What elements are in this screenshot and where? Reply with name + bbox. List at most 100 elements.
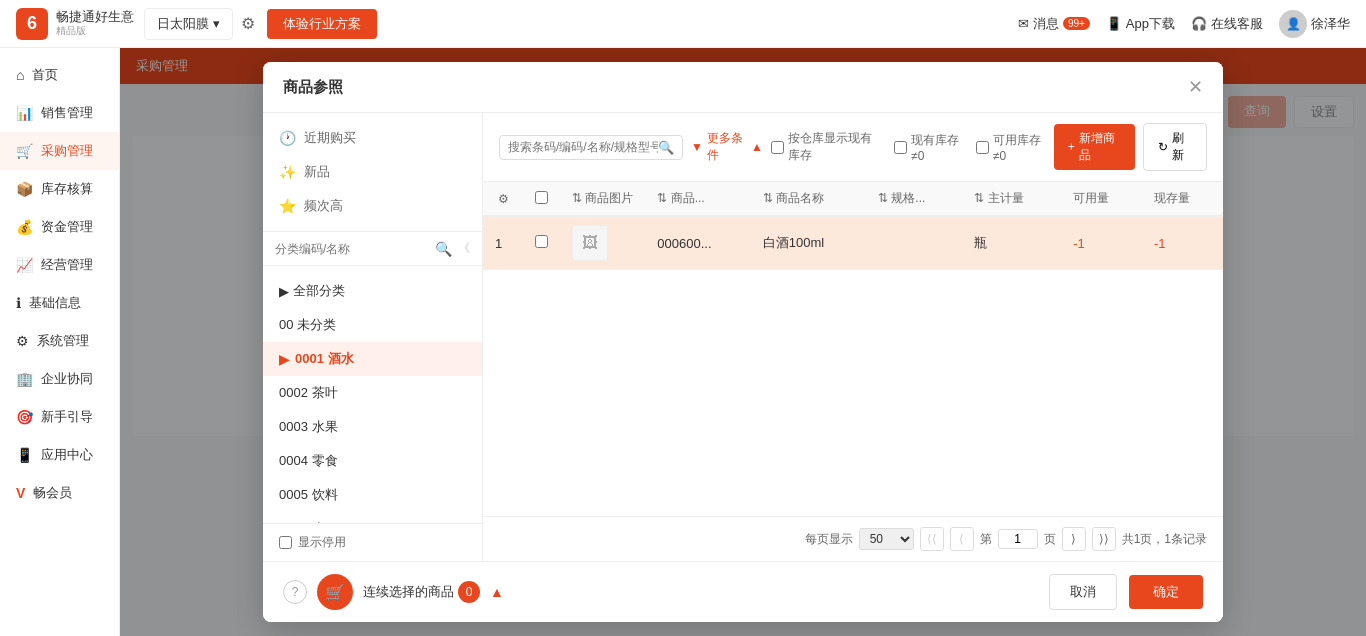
guide-icon: 🎯 xyxy=(16,409,33,425)
experience-button[interactable]: 体验行业方案 xyxy=(267,9,377,39)
refresh-label: 刷新 xyxy=(1172,130,1192,164)
display-stopped-checkbox[interactable] xyxy=(279,536,292,549)
category-item-0004[interactable]: 0004 零食 xyxy=(263,444,482,478)
per-page-select[interactable]: 50 100 200 xyxy=(859,528,914,550)
cart-label: 连续选择的商品 xyxy=(363,583,454,601)
cart-button[interactable]: 🛒 xyxy=(317,574,353,610)
add-product-button[interactable]: + 新增商品 xyxy=(1054,124,1135,170)
category-item-all[interactable]: ▶ 全部分类 xyxy=(263,274,482,308)
select-all-checkbox[interactable] xyxy=(535,191,548,204)
settings-icon[interactable]: ⚙ xyxy=(241,14,255,33)
tab-frequent[interactable]: ⭐ 频次高 xyxy=(263,189,482,223)
checkbox-usable-stock[interactable]: 可用库存≠0 xyxy=(976,132,1046,163)
col-code-sort-icon: ⇅ xyxy=(657,191,667,205)
online-service-label: 在线客服 xyxy=(1211,15,1263,33)
category-item-0005[interactable]: 0005 饮料 xyxy=(263,478,482,512)
new-icon: ✨ xyxy=(279,164,296,180)
row-checkbox[interactable] xyxy=(535,235,548,248)
product-search-input[interactable] xyxy=(508,140,658,154)
display-stopped-label: 显示停用 xyxy=(298,534,346,551)
cell-row-checkbox[interactable] xyxy=(523,216,560,270)
total-records-text: 共1页，1条记录 xyxy=(1122,531,1207,548)
phone-icon: 📱 xyxy=(1106,16,1122,31)
first-page-button[interactable]: ⟨⟨ xyxy=(920,527,944,551)
chevron-up-icon: ▲ xyxy=(751,140,763,154)
sidebar-item-vip[interactable]: V 畅会员 xyxy=(0,474,119,512)
username: 徐泽华 xyxy=(1311,15,1350,33)
category-item-0008[interactable]: 0008 水 xyxy=(263,512,482,523)
help-icon[interactable]: ? xyxy=(283,580,307,604)
category-search-input[interactable] xyxy=(275,242,429,256)
app-download-nav-item[interactable]: 📱 App下载 xyxy=(1106,15,1175,33)
tab-recent[interactable]: 🕐 近期购买 xyxy=(263,121,482,155)
category-label-0003: 0003 水果 xyxy=(279,418,338,436)
warehouse-checkbox-input[interactable] xyxy=(771,141,784,154)
category-item-0003[interactable]: 0003 水果 xyxy=(263,410,482,444)
online-service-nav-item[interactable]: 🎧 在线客服 xyxy=(1191,15,1263,33)
table-body: 1 🖼 xyxy=(483,216,1223,270)
more-filters-button[interactable]: ▼ 更多条件 ▲ xyxy=(691,130,763,164)
sidebar-label-system: 系统管理 xyxy=(37,332,89,350)
search-icon[interactable]: 🔍 xyxy=(435,241,452,257)
messages-nav-item[interactable]: ✉ 消息 99+ xyxy=(1018,15,1090,33)
refresh-button[interactable]: ↻ 刷新 xyxy=(1143,123,1207,171)
info-icon: ℹ xyxy=(16,295,21,311)
last-page-button[interactable]: ⟩⟩ xyxy=(1092,527,1116,551)
sidebar-item-basic[interactable]: ℹ 基础信息 xyxy=(0,284,119,322)
collapse-panel-button[interactable]: 《 xyxy=(458,241,470,255)
category-item-0002[interactable]: 0002 茶叶 xyxy=(263,376,482,410)
image-icon: 🖼 xyxy=(582,234,598,252)
page-label: 第 xyxy=(980,531,992,548)
search-submit-icon[interactable]: 🔍 xyxy=(658,140,674,155)
add-product-label: 新增商品 xyxy=(1079,130,1121,164)
checkbox-available-stock[interactable]: 现有库存≠0 xyxy=(894,132,964,163)
sidebar-item-guide[interactable]: 🎯 新手引导 xyxy=(0,398,119,436)
next-page-button[interactable]: ⟩ xyxy=(1062,527,1086,551)
logo-area: 6 畅捷通好生意 精品版 xyxy=(16,8,136,40)
sidebar-item-home[interactable]: ⌂ 首页 xyxy=(0,56,119,94)
modal-close-button[interactable]: ✕ xyxy=(1188,76,1203,98)
tab-new[interactable]: ✨ 新品 xyxy=(263,155,482,189)
available-stock-checkbox-input[interactable] xyxy=(894,141,907,154)
vip-icon: V xyxy=(16,485,25,501)
modal-body: 🕐 近期购买 ✨ 新品 ⭐ 频次高 xyxy=(263,113,1223,561)
refresh-icon: ↻ xyxy=(1158,140,1168,154)
sidebar-item-purchase[interactable]: 🛒 采购管理 xyxy=(0,132,119,170)
user-nav-item[interactable]: 👤 徐泽华 xyxy=(1279,10,1350,38)
col-name-sort-icon: ⇅ xyxy=(763,191,773,205)
sidebar-item-company[interactable]: 🏢 企业协同 xyxy=(0,360,119,398)
confirm-button[interactable]: 确定 xyxy=(1129,575,1203,609)
cancel-button[interactable]: 取消 xyxy=(1049,574,1117,610)
sidebar-item-system[interactable]: ⚙ 系统管理 xyxy=(0,322,119,360)
sidebar-item-apps[interactable]: 📱 应用中心 xyxy=(0,436,119,474)
avatar: 👤 xyxy=(1279,10,1307,38)
col-img-sort-icon: ⇅ xyxy=(572,191,582,205)
col-header-code: ⇅ 商品... xyxy=(645,182,750,216)
category-item-0001[interactable]: ▶ 0001 酒水 xyxy=(263,342,482,376)
messages-badge: 99+ xyxy=(1063,17,1090,30)
usable-stock-checkbox-input[interactable] xyxy=(976,141,989,154)
collapse-footer-button[interactable]: ▲ xyxy=(490,584,504,600)
pagination-bar: 每页显示 50 100 200 ⟨⟨ ⟨ 第 页 ⟩ xyxy=(483,516,1223,561)
page-number-input[interactable] xyxy=(998,529,1038,549)
sidebar: ⌂ 首页 📊 销售管理 🛒 采购管理 📦 库存核算 💰 资金管理 📈 经营管理 … xyxy=(0,48,120,636)
table-header-row: ⚙ ⇅ 商品图片 xyxy=(483,182,1223,216)
table-row[interactable]: 1 🖼 xyxy=(483,216,1223,270)
category-label-0002: 0002 茶叶 xyxy=(279,384,338,402)
tenant-name: 日太阳膜 xyxy=(157,15,209,33)
sidebar-item-operation[interactable]: 📈 经营管理 xyxy=(0,246,119,284)
col-header-settings[interactable]: ⚙ xyxy=(483,182,523,216)
col-header-stock: 现存量 xyxy=(1142,182,1223,216)
sidebar-item-finance[interactable]: 💰 资金管理 xyxy=(0,208,119,246)
clock-icon: 🕐 xyxy=(279,130,296,146)
checkbox-warehouse[interactable]: 按仓库显示现有库存 xyxy=(771,130,882,164)
prev-page-button[interactable]: ⟨ xyxy=(950,527,974,551)
sidebar-item-sales[interactable]: 📊 销售管理 xyxy=(0,94,119,132)
checkbox-usable-label: 可用库存≠0 xyxy=(993,132,1046,163)
tenant-dropdown[interactable]: 日太阳膜 ▾ xyxy=(144,8,233,40)
cell-row-num: 1 xyxy=(483,216,523,270)
logo-icon: 6 xyxy=(16,8,48,40)
sidebar-item-inventory[interactable]: 📦 库存核算 xyxy=(0,170,119,208)
category-item-00[interactable]: 00 未分类 xyxy=(263,308,482,342)
cell-available: -1 xyxy=(1061,216,1142,270)
